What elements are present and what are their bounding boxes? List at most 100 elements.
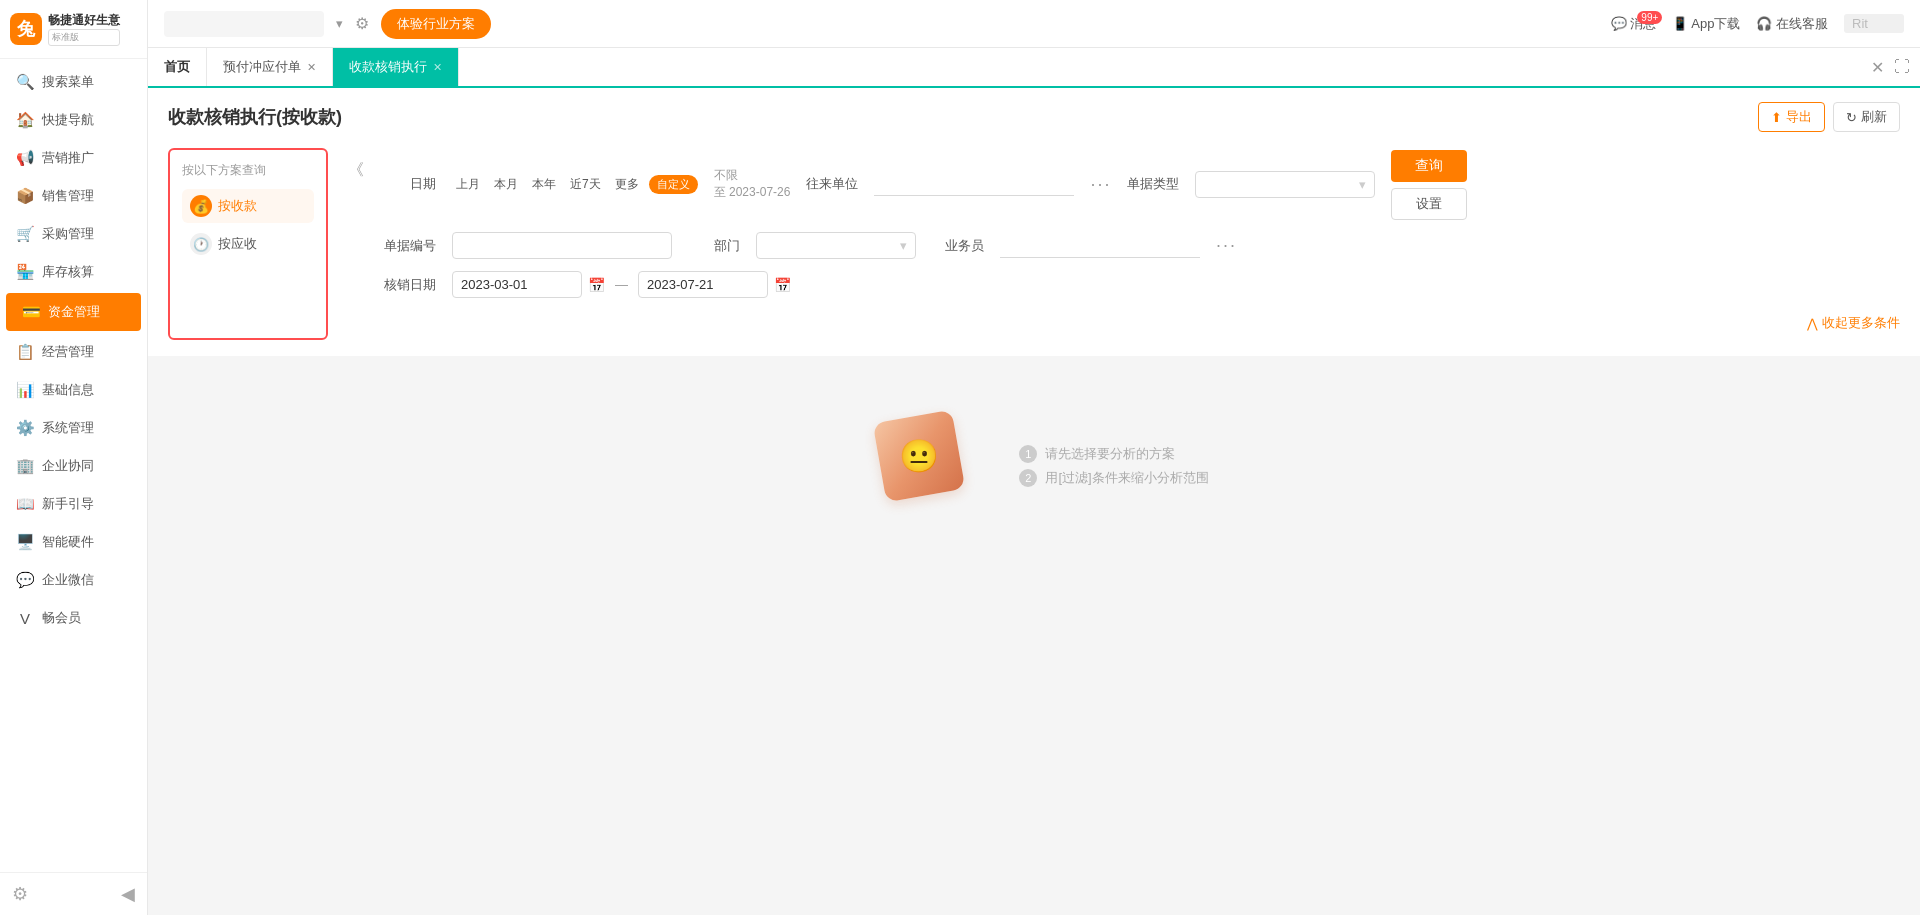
date-shortcuts: 上月 本月 本年 近7天 更多 自定义 [452, 174, 698, 195]
hint-item-1: 1 请先选择要分析的方案 [1019, 445, 1208, 463]
logo-text: 畅捷通好生意 标准版 [48, 12, 120, 46]
sidebar-item-label-marketing: 营销推广 [42, 149, 94, 167]
doc-no-input[interactable] [452, 232, 672, 259]
gear-icon[interactable]: ⚙ [355, 14, 369, 33]
sidebar-item-collab[interactable]: 🏢企业协同 [0, 447, 147, 485]
sidebar: 兔 畅捷通好生意 标准版 🔍搜索菜单🏠快捷导航📢营销推广📦销售管理🛒采购管理🏪库… [0, 0, 148, 915]
date-last-month[interactable]: 上月 [452, 174, 484, 195]
basic-icon: 📊 [16, 381, 34, 399]
topbar-chevron-icon[interactable]: ▾ [336, 16, 343, 31]
industry-btn[interactable]: 体验行业方案 [381, 9, 491, 39]
export-btn[interactable]: ⬆ 导出 [1758, 102, 1825, 132]
topbar: ▾ ⚙ 体验行业方案 💬 消息 99+ 📱 App下载 🎧 在线客服 Rit [148, 0, 1920, 48]
page-title: 收款核销执行(按收款) [168, 105, 342, 129]
partner-more-icon[interactable]: ··· [1090, 174, 1111, 195]
download-icon: 📱 [1672, 16, 1688, 31]
maximize-icon[interactable]: ⛶ [1894, 58, 1910, 76]
refresh-icon: ↻ [1846, 110, 1857, 125]
sidebar-item-system[interactable]: ⚙️ 系统管理 [0, 409, 147, 447]
tab-prepay[interactable]: 预付冲应付单 ✕ [207, 48, 333, 86]
collapse-up-icon: ⋀ [1807, 316, 1818, 331]
sidebar-item-operation[interactable]: 📋经营管理 [0, 333, 147, 371]
sidebar-item-search[interactable]: 🔍搜索菜单 [0, 63, 147, 101]
dept-select[interactable]: ▾ [756, 232, 916, 259]
sidebar-item-label-system: 系统管理 [42, 419, 94, 437]
query-btn[interactable]: 查询 [1391, 150, 1467, 182]
topbar-right: 💬 消息 99+ 📱 App下载 🎧 在线客服 Rit [1611, 14, 1904, 33]
date-custom-tag[interactable]: 自定义 [649, 175, 698, 194]
date-more[interactable]: 更多 [611, 174, 643, 195]
export-icon: ⬆ [1771, 110, 1782, 125]
date-7days[interactable]: 近7天 [566, 174, 605, 195]
writeoff-start-input[interactable] [452, 271, 582, 298]
date-this-month[interactable]: 本月 [490, 174, 522, 195]
sidebar-item-purchase[interactable]: 🛒采购管理 [0, 215, 147, 253]
message-icon: 💬 [1611, 16, 1627, 31]
sidebar-item-member[interactable]: V 畅会员 [0, 599, 147, 637]
sidebar-item-marketing[interactable]: 📢营销推广 [0, 139, 147, 177]
tabbar-end: ✕ ⛶ [1861, 48, 1920, 86]
sidebar-item-label-wechat: 企业微信 [42, 571, 94, 589]
guide-icon: 📖 [16, 495, 34, 513]
filter-by-receipt[interactable]: 💰 按收款 [182, 189, 314, 223]
doc-type-chevron-icon: ▾ [1359, 177, 1366, 192]
collab-icon: 🏢 [16, 457, 34, 475]
writeoff-cal-start-icon[interactable]: 📅 [588, 277, 605, 293]
partner-input[interactable] [874, 172, 1074, 196]
sidebar-item-sales[interactable]: 📦销售管理 [0, 177, 147, 215]
sidebar-item-label-hardware: 智能硬件 [42, 533, 94, 551]
staff-input[interactable] [1000, 234, 1200, 258]
tab-home[interactable]: 首页 [148, 48, 207, 86]
writeoff-end-input[interactable] [638, 271, 768, 298]
sales-icon: 📦 [16, 187, 34, 205]
message-btn[interactable]: 💬 消息 99+ [1611, 15, 1657, 33]
collapse-filter-btn[interactable]: 《 [344, 156, 368, 185]
member-icon: V [16, 610, 34, 627]
wechat-icon: 💬 [16, 571, 34, 589]
system-icon: ⚙️ [16, 419, 34, 437]
online-service-btn[interactable]: 🎧 在线客服 [1756, 15, 1828, 33]
settings-icon[interactable]: ⚙ [12, 883, 28, 905]
date-this-year[interactable]: 本年 [528, 174, 560, 195]
sidebar-item-basic[interactable]: 📊基础信息 [0, 371, 147, 409]
sidebar-item-inventory[interactable]: 🏪库存核算 [0, 253, 147, 291]
receivable-icon: 🕐 [190, 233, 212, 255]
sidebar-item-label-operation: 经营管理 [42, 343, 94, 361]
purchase-icon: 🛒 [16, 225, 34, 243]
partner-label: 往来单位 [806, 175, 858, 193]
date-range-display: 不限 至 2023-07-26 [714, 167, 791, 201]
empty-illustration: 😐 [859, 416, 979, 516]
close-window-icon[interactable]: ✕ [1871, 58, 1884, 77]
sidebar-item-label-finance: 资金管理 [48, 303, 100, 321]
dept-chevron-icon: ▾ [900, 238, 907, 253]
staff-more-icon[interactable]: ··· [1216, 235, 1237, 256]
tab-collection-close-icon[interactable]: ✕ [433, 61, 442, 74]
sidebar-item-label-search: 搜索菜单 [42, 73, 94, 91]
empty-face-icon: 😐 [899, 437, 939, 475]
collapse-sidebar-icon[interactable]: ◀ [121, 883, 135, 905]
sidebar-item-label-quicknav: 快捷导航 [42, 111, 94, 129]
app-download-btn[interactable]: 📱 App下载 [1672, 15, 1740, 33]
collapse-more-btn[interactable]: ⋀ 收起更多条件 [384, 310, 1900, 340]
user-info[interactable]: Rit [1844, 14, 1904, 33]
filter-by-receivable[interactable]: 🕐 按应收 [182, 227, 314, 261]
filter-area: 按以下方案查询 💰 按收款 🕐 按应收 《 日期 上月 [148, 132, 1920, 356]
sidebar-item-guide[interactable]: 📖新手引导 [0, 485, 147, 523]
writeoff-cal-end-icon[interactable]: 📅 [774, 277, 791, 293]
setting-btn[interactable]: 设置 [1391, 188, 1467, 220]
sidebar-item-label-member: 畅会员 [42, 609, 81, 627]
sidebar-item-hardware[interactable]: 🖥️智能硬件 [0, 523, 147, 561]
sidebar-item-quicknav[interactable]: 🏠快捷导航 [0, 101, 147, 139]
sidebar-item-wechat[interactable]: 💬 企业微信 [0, 561, 147, 599]
tab-collection[interactable]: 收款核销执行 ✕ [333, 48, 459, 86]
tab-prepay-close-icon[interactable]: ✕ [307, 61, 316, 74]
tab-home-label: 首页 [164, 58, 190, 76]
sidebar-item-finance[interactable]: 💳资金管理 [6, 293, 141, 331]
doc-type-select[interactable]: ▾ [1195, 171, 1375, 198]
sidebar-bottom: ⚙ ◀ [0, 872, 147, 915]
filter-panel-title: 按以下方案查询 [182, 162, 314, 179]
refresh-btn[interactable]: ↻ 刷新 [1833, 102, 1900, 132]
page-header-actions: ⬆ 导出 ↻ 刷新 [1758, 102, 1900, 132]
service-icon: 🎧 [1756, 16, 1772, 31]
sidebar-nav: 🔍搜索菜单🏠快捷导航📢营销推广📦销售管理🛒采购管理🏪库存核算💳资金管理📋经营管理… [0, 59, 147, 872]
